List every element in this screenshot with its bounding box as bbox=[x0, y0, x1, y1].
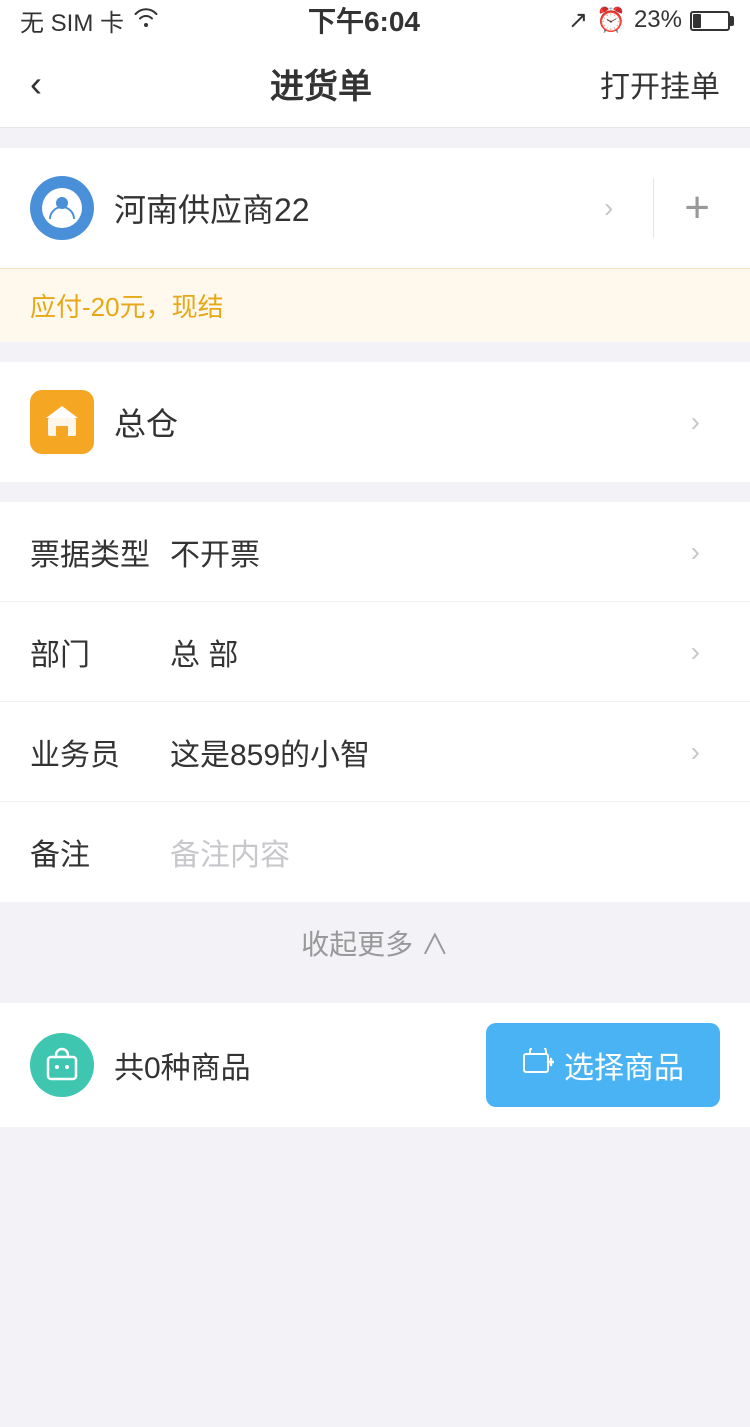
remark-row[interactable]: 备注 备注内容 bbox=[0, 802, 750, 902]
department-chevron-icon: › bbox=[691, 636, 700, 668]
select-product-icon bbox=[522, 1048, 554, 1083]
supplier-chevron-icon: › bbox=[604, 192, 613, 224]
warehouse-chevron-icon: › bbox=[691, 406, 700, 438]
alarm-icon: ⏰ bbox=[596, 6, 626, 35]
location-icon: ↗ bbox=[568, 6, 588, 35]
battery-icon bbox=[690, 6, 730, 34]
wifi-icon bbox=[132, 6, 160, 35]
salesman-label: 业务员 bbox=[30, 730, 150, 774]
warehouse-name: 总仓 bbox=[114, 399, 691, 445]
back-button[interactable]: ‹ bbox=[30, 63, 42, 105]
warehouse-row[interactable]: 总仓 › bbox=[0, 362, 750, 482]
battery-percentage: 23% bbox=[634, 6, 682, 34]
nav-bar: ‹ 进货单 打开挂单 bbox=[0, 40, 750, 128]
ticket-type-label: 票据类型 bbox=[30, 530, 150, 574]
salesman-value: 这是859的小智 bbox=[150, 730, 691, 774]
product-count: 共0种商品 bbox=[114, 1043, 486, 1087]
warehouse-icon bbox=[30, 390, 94, 454]
remark-input[interactable]: 备注内容 bbox=[150, 830, 720, 874]
collapse-row[interactable]: 收起更多 ∧ bbox=[0, 903, 750, 983]
add-supplier-button[interactable]: + bbox=[674, 183, 720, 233]
bottom-bar: 共0种商品 选择商品 bbox=[0, 1003, 750, 1127]
supplier-name: 河南供应商22 bbox=[114, 185, 604, 231]
page-title: 进货单 bbox=[270, 59, 372, 108]
supplier-avatar bbox=[30, 176, 94, 240]
notice-text: 应付-20元，现结 bbox=[30, 292, 224, 322]
status-left: 无 SIM 卡 bbox=[20, 3, 160, 38]
signal-text: 无 SIM 卡 bbox=[20, 3, 124, 38]
salesman-row[interactable]: 业务员 这是859的小智 › bbox=[0, 702, 750, 802]
remark-label: 备注 bbox=[30, 830, 150, 874]
section-gap-1 bbox=[0, 128, 750, 148]
select-product-button[interactable]: 选择商品 bbox=[486, 1023, 720, 1107]
supplier-divider bbox=[653, 178, 654, 238]
department-value: 总 部 bbox=[150, 630, 691, 674]
status-right: ↗ ⏰ 23% bbox=[568, 6, 730, 35]
ticket-type-value: 不开票 bbox=[150, 530, 691, 574]
supplier-row[interactable]: 河南供应商22 › + bbox=[0, 148, 750, 268]
product-icon-wrap bbox=[30, 1033, 94, 1097]
ticket-type-chevron-icon: › bbox=[691, 536, 700, 568]
supplier-section: 河南供应商22 › + 应付-20元，现结 bbox=[0, 148, 750, 342]
department-row[interactable]: 部门 总 部 › bbox=[0, 602, 750, 702]
page-bottom bbox=[0, 1127, 750, 1427]
department-label: 部门 bbox=[30, 630, 150, 674]
collapse-label: 收起更多 ∧ bbox=[301, 923, 449, 963]
status-time: 下午6:04 bbox=[308, 0, 420, 40]
status-bar: 无 SIM 卡 下午6:04 ↗ ⏰ 23% bbox=[0, 0, 750, 40]
salesman-chevron-icon: › bbox=[691, 736, 700, 768]
open-pending-button[interactable]: 打开挂单 bbox=[600, 62, 720, 106]
ticket-type-row[interactable]: 票据类型 不开票 › bbox=[0, 502, 750, 602]
form-section: 票据类型 不开票 › 部门 总 部 › 业务员 这是859的小智 › 备注 备注… bbox=[0, 502, 750, 902]
select-product-label: 选择商品 bbox=[564, 1043, 684, 1087]
notice-bar: 应付-20元，现结 bbox=[0, 268, 750, 342]
person-icon bbox=[42, 188, 82, 228]
